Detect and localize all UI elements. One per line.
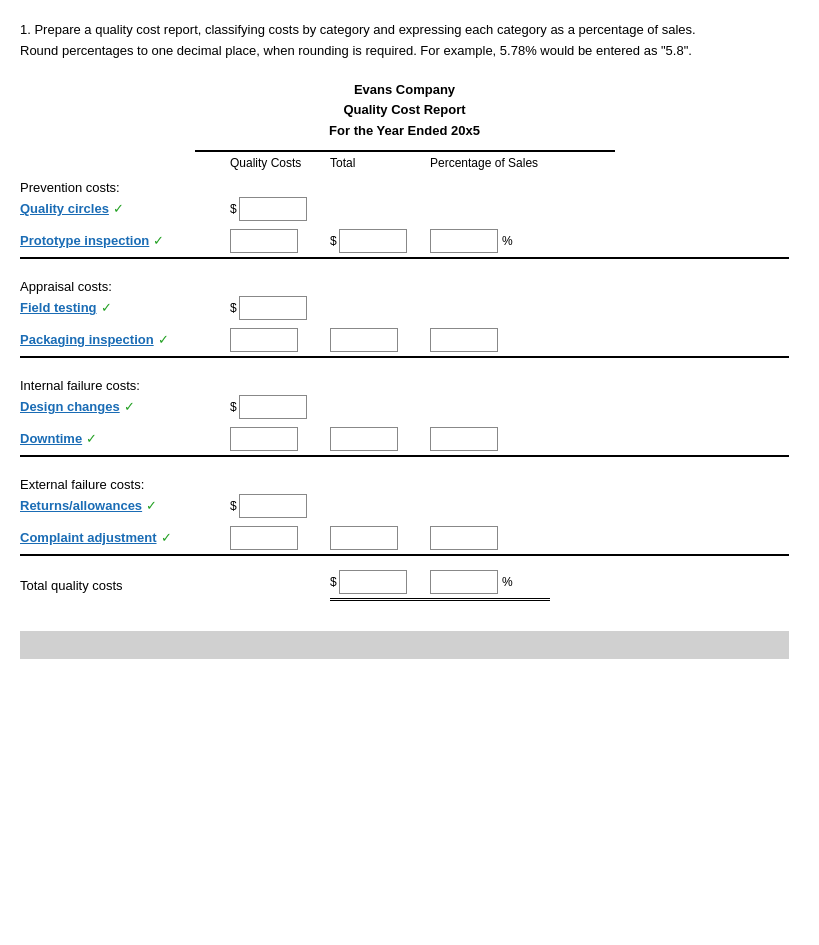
field-testing-label: Field testing ✓ xyxy=(20,300,230,315)
row-returns-allowances: Returns/allowances ✓ $ xyxy=(20,494,789,518)
complaint-adjustment-check: ✓ xyxy=(161,530,172,545)
bottom-bar xyxy=(20,631,789,659)
design-changes-input-cell: $ xyxy=(230,395,330,419)
instruction-line1: 1. Prepare a quality cost report, classi… xyxy=(20,20,789,41)
field-testing-input-cell: $ xyxy=(230,296,330,320)
instructions: 1. Prepare a quality cost report, classi… xyxy=(20,20,789,62)
design-changes-check: ✓ xyxy=(124,399,135,414)
prototype-inspection-link[interactable]: Prototype inspection xyxy=(20,233,149,248)
complaint-adjustment-label: Complaint adjustment ✓ xyxy=(20,530,230,545)
packaging-total-input[interactable] xyxy=(330,328,398,352)
total-row: Total quality costs $ % xyxy=(20,570,789,601)
downtime-pct-cell xyxy=(430,427,550,451)
prototype-total-cell: $ xyxy=(330,229,430,253)
prototype-inspection-label: Prototype inspection ✓ xyxy=(20,233,230,248)
prototype-pct-input[interactable] xyxy=(430,229,498,253)
total-pct-symbol: % xyxy=(502,575,513,589)
packaging-inspection-input[interactable] xyxy=(230,328,298,352)
prototype-total-input[interactable] xyxy=(339,229,407,253)
prototype-inspection-input[interactable] xyxy=(230,229,298,253)
downtime-check: ✓ xyxy=(86,431,97,446)
downtime-input-cell xyxy=(230,427,330,451)
prototype-pct-cell: % xyxy=(430,229,550,253)
downtime-input[interactable] xyxy=(230,427,298,451)
downtime-total-input[interactable] xyxy=(330,427,398,451)
row-design-changes: Design changes ✓ $ xyxy=(20,395,789,419)
total-pct-input[interactable] xyxy=(430,570,498,594)
packaging-inspection-input-cell xyxy=(230,328,330,352)
packaging-inspection-check: ✓ xyxy=(158,332,169,347)
field-testing-dollar: $ xyxy=(230,301,237,315)
row-field-testing: Field testing ✓ $ xyxy=(20,296,789,320)
downtime-link[interactable]: Downtime xyxy=(20,431,82,446)
downtime-label: Downtime ✓ xyxy=(20,431,230,446)
complaint-adjustment-link[interactable]: Complaint adjustment xyxy=(20,530,157,545)
section-internal: Internal failure costs: xyxy=(20,378,789,393)
row-packaging-inspection: Packaging inspection ✓ xyxy=(20,328,789,358)
report-title: Quality Cost Report xyxy=(20,100,789,121)
quality-circles-link[interactable]: Quality circles xyxy=(20,201,109,216)
col-pct: Percentage of Sales xyxy=(430,156,570,170)
packaging-total-cell xyxy=(330,328,430,352)
company-name: Evans Company xyxy=(20,80,789,101)
field-testing-input[interactable] xyxy=(239,296,307,320)
complaint-pct-input[interactable] xyxy=(430,526,498,550)
field-testing-link[interactable]: Field testing xyxy=(20,300,97,315)
total-dollar: $ xyxy=(330,575,337,589)
complaint-adjustment-input[interactable] xyxy=(230,526,298,550)
complaint-pct-cell xyxy=(430,526,550,550)
returns-allowances-input-cell: $ xyxy=(230,494,330,518)
total-row-label: Total quality costs xyxy=(20,578,230,593)
total-total-input[interactable] xyxy=(339,570,407,594)
section-prevention: Prevention costs: xyxy=(20,180,789,195)
packaging-inspection-link[interactable]: Packaging inspection xyxy=(20,332,154,347)
row-complaint-adjustment: Complaint adjustment ✓ xyxy=(20,526,789,556)
report-period: For the Year Ended 20x5 xyxy=(20,121,789,142)
report-header: Evans Company Quality Cost Report For th… xyxy=(20,80,789,142)
prototype-inspection-input-cell xyxy=(230,229,330,253)
returns-allowances-check: ✓ xyxy=(146,498,157,513)
design-changes-link[interactable]: Design changes xyxy=(20,399,120,414)
row-downtime: Downtime ✓ xyxy=(20,427,789,457)
total-total-cell: $ xyxy=(330,570,430,601)
prototype-inspection-check: ✓ xyxy=(153,233,164,248)
returns-allowances-dollar: $ xyxy=(230,499,237,513)
packaging-pct-cell xyxy=(430,328,550,352)
row-prototype-inspection: Prototype inspection ✓ $ % xyxy=(20,229,789,259)
complaint-adjustment-input-cell xyxy=(230,526,330,550)
downtime-total-cell xyxy=(330,427,430,451)
quality-circles-input-cell: $ xyxy=(230,197,330,221)
downtime-pct-input[interactable] xyxy=(430,427,498,451)
field-testing-check: ✓ xyxy=(101,300,112,315)
col-total: Total xyxy=(330,156,430,170)
total-pct-cell: % xyxy=(430,570,550,601)
returns-allowances-label: Returns/allowances ✓ xyxy=(20,498,230,513)
column-headers: Quality Costs Total Percentage of Sales xyxy=(230,156,789,170)
quality-circles-label: Quality circles ✓ xyxy=(20,201,230,216)
header-divider xyxy=(195,150,615,152)
design-changes-label: Design changes ✓ xyxy=(20,399,230,414)
returns-allowances-input[interactable] xyxy=(239,494,307,518)
quality-circles-dollar: $ xyxy=(230,202,237,216)
row-quality-circles: Quality circles ✓ $ xyxy=(20,197,789,221)
prototype-total-dollar: $ xyxy=(330,234,337,248)
quality-circles-check: ✓ xyxy=(113,201,124,216)
complaint-total-cell xyxy=(330,526,430,550)
complaint-total-input[interactable] xyxy=(330,526,398,550)
design-changes-dollar: $ xyxy=(230,400,237,414)
design-changes-input[interactable] xyxy=(239,395,307,419)
section-external: External failure costs: xyxy=(20,477,789,492)
quality-circles-input[interactable] xyxy=(239,197,307,221)
packaging-inspection-label: Packaging inspection ✓ xyxy=(20,332,230,347)
section-appraisal: Appraisal costs: xyxy=(20,279,789,294)
returns-allowances-link[interactable]: Returns/allowances xyxy=(20,498,142,513)
col-quality-costs: Quality Costs xyxy=(230,156,330,170)
instruction-line2: Round percentages to one decimal place, … xyxy=(20,41,789,62)
prototype-pct-symbol: % xyxy=(502,234,513,248)
packaging-pct-input[interactable] xyxy=(430,328,498,352)
